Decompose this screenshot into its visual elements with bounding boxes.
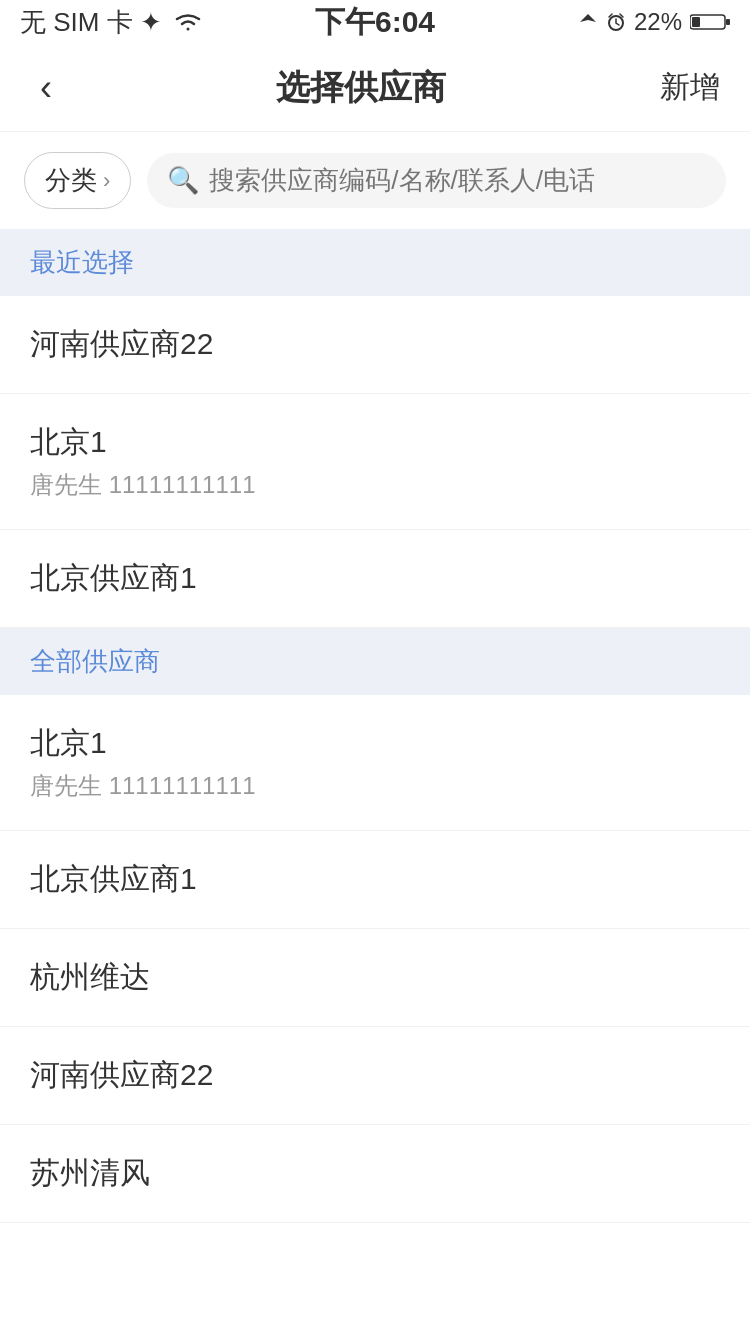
all-section-label: 全部供应商 bbox=[30, 646, 160, 676]
page-title: 选择供应商 bbox=[276, 65, 446, 111]
category-label: 分类 bbox=[45, 163, 97, 198]
battery-icon bbox=[690, 12, 730, 32]
status-left: 无 SIM 卡 ✦ bbox=[20, 5, 204, 40]
all-item-4[interactable]: 苏州清风 bbox=[0, 1125, 750, 1223]
category-filter-button[interactable]: 分类 › bbox=[24, 152, 131, 209]
back-button[interactable]: ‹ bbox=[30, 57, 62, 119]
all-item-0[interactable]: 北京1 唐先生 11111111111 bbox=[0, 695, 750, 831]
search-icon: 🔍 bbox=[167, 165, 199, 196]
new-action-button[interactable]: 新增 bbox=[660, 67, 720, 108]
all-section-header: 全部供应商 bbox=[0, 628, 750, 695]
recent-item-name-1: 北京1 bbox=[30, 422, 720, 463]
all-item-sub-0: 唐先生 11111111111 bbox=[30, 770, 720, 802]
recent-item-name-2: 北京供应商1 bbox=[30, 558, 720, 599]
svg-rect-3 bbox=[692, 17, 700, 27]
status-right: 22% bbox=[578, 8, 730, 36]
all-item-name-4: 苏州清风 bbox=[30, 1153, 720, 1194]
recent-section-label: 最近选择 bbox=[30, 247, 134, 277]
all-items-list: 北京1 唐先生 11111111111 北京供应商1 杭州维达 河南供应商22 … bbox=[0, 695, 750, 1223]
battery-percent: 22% bbox=[634, 8, 682, 36]
recent-item-1[interactable]: 北京1 唐先生 11111111111 bbox=[0, 394, 750, 530]
recent-item-name-0: 河南供应商22 bbox=[30, 324, 720, 365]
chevron-right-icon: › bbox=[103, 168, 110, 194]
search-box: 🔍 bbox=[147, 153, 726, 208]
alarm-icon bbox=[606, 12, 626, 32]
all-item-1[interactable]: 北京供应商1 bbox=[0, 831, 750, 929]
all-item-name-0: 北京1 bbox=[30, 723, 720, 764]
recent-items-list: 河南供应商22 北京1 唐先生 11111111111 北京供应商1 bbox=[0, 296, 750, 628]
all-item-name-3: 河南供应商22 bbox=[30, 1055, 720, 1096]
all-item-name-2: 杭州维达 bbox=[30, 957, 720, 998]
filter-bar: 分类 › 🔍 bbox=[0, 132, 750, 229]
recent-item-0[interactable]: 河南供应商22 bbox=[0, 296, 750, 394]
status-bar: 无 SIM 卡 ✦ 下午6:04 22% bbox=[0, 0, 750, 44]
recent-item-sub-1: 唐先生 11111111111 bbox=[30, 469, 720, 501]
all-item-3[interactable]: 河南供应商22 bbox=[0, 1027, 750, 1125]
wifi-icon bbox=[172, 11, 204, 33]
status-time: 下午6:04 bbox=[315, 2, 435, 43]
svg-rect-2 bbox=[726, 19, 730, 25]
nav-bar: ‹ 选择供应商 新增 bbox=[0, 44, 750, 132]
all-item-name-1: 北京供应商1 bbox=[30, 859, 720, 900]
all-item-2[interactable]: 杭州维达 bbox=[0, 929, 750, 1027]
recent-section-header: 最近选择 bbox=[0, 229, 750, 296]
search-input[interactable] bbox=[209, 165, 706, 196]
recent-item-2[interactable]: 北京供应商1 bbox=[0, 530, 750, 628]
no-sim-text: 无 SIM 卡 ✦ bbox=[20, 5, 162, 40]
location-icon bbox=[578, 12, 598, 32]
